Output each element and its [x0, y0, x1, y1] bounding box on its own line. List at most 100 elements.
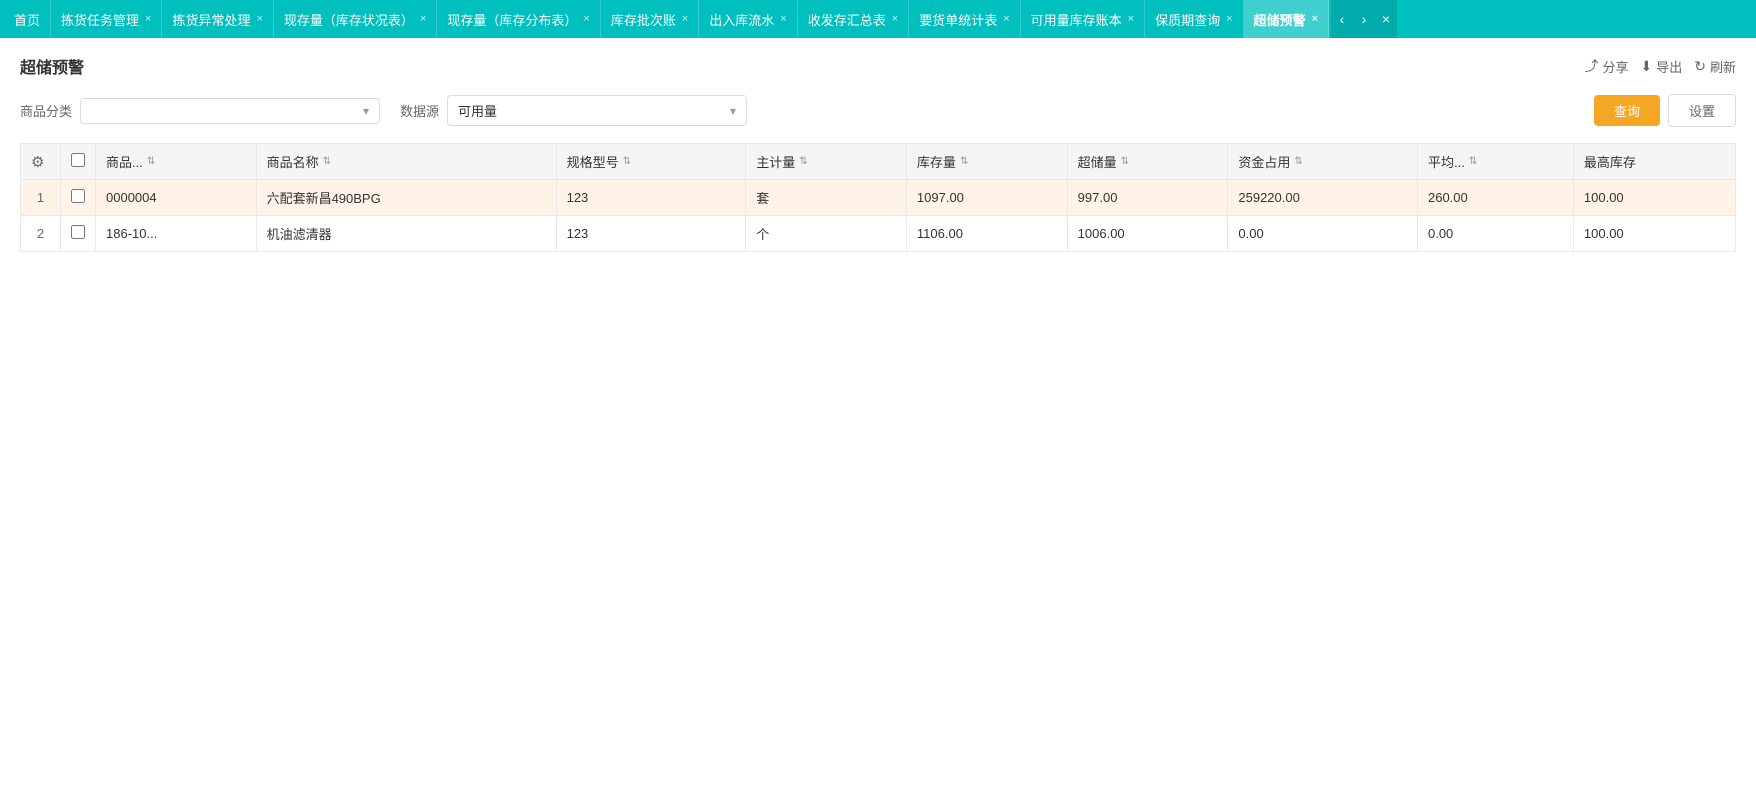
- row-max-stock-0: 100.00: [1573, 180, 1735, 216]
- close-tab-overstock-warning[interactable]: ×: [1312, 13, 1318, 25]
- row-index-0: 1: [21, 180, 61, 216]
- close-tab-demand-stats[interactable]: ×: [1003, 13, 1009, 25]
- col-stock: 库存量 ⇅: [906, 144, 1067, 180]
- nav-tab-in-out-flow[interactable]: 出入库流水 ×: [699, 0, 797, 38]
- share-button[interactable]: ⤴ 分享: [1584, 56, 1628, 76]
- row-checkbox-1[interactable]: [71, 225, 85, 239]
- row-product-code-0: 0000004: [96, 180, 257, 216]
- col-gear: ⚙: [21, 144, 61, 180]
- row-product-name-0: 六配套新昌490BPG: [256, 180, 556, 216]
- sort-icon-capital[interactable]: ⇅: [1294, 156, 1302, 167]
- nav-tab-inventory-status[interactable]: 现存量（库存状况表） ×: [274, 0, 437, 38]
- nav-arrow-right[interactable]: ›: [1353, 0, 1375, 38]
- nav-arrows: ‹ › ×: [1331, 0, 1397, 38]
- row-unit-0: 套: [746, 180, 907, 216]
- row-product-name-1: 机油滤清器: [256, 216, 556, 252]
- close-tab-recv-send[interactable]: ×: [892, 13, 898, 25]
- nav-tab-home[interactable]: 首页: [4, 0, 51, 38]
- row-stock-1: 1106.00: [906, 216, 1067, 252]
- nav-arrow-close[interactable]: ×: [1375, 0, 1397, 38]
- row-stock-0: 1097.00: [906, 180, 1067, 216]
- datasource-chevron-icon: ▾: [730, 104, 736, 118]
- category-select[interactable]: ▾: [80, 98, 380, 124]
- nav-tab-quality-check[interactable]: 保质期查询 ×: [1145, 0, 1243, 38]
- col-max-stock: 最高库存: [1573, 144, 1735, 180]
- sort-icon-product-name[interactable]: ⇅: [323, 156, 331, 167]
- nav-tab-overstock-warning[interactable]: 超储预警 ×: [1244, 0, 1329, 38]
- close-tab-batch-account[interactable]: ×: [682, 13, 688, 25]
- category-chevron-icon: ▾: [363, 104, 369, 118]
- row-capital-0: 259220.00: [1228, 180, 1418, 216]
- nav-tab-recv-send[interactable]: 收发存汇总表 ×: [798, 0, 909, 38]
- filter-right-actions: 查询 设置: [1594, 94, 1736, 127]
- nav-tab-abnormal[interactable]: 拣货异常处理 ×: [162, 0, 273, 38]
- table-row: 1 0000004 六配套新昌490BPG 123 套 1097.00 997.…: [21, 180, 1736, 216]
- datasource-label: 数据源: [400, 101, 439, 120]
- row-spec-1: 123: [556, 216, 746, 252]
- close-tab-task-mgmt[interactable]: ×: [145, 13, 151, 25]
- share-icon: ⤴: [1584, 56, 1598, 76]
- sort-icon-stock[interactable]: ⇅: [960, 156, 968, 167]
- gear-icon[interactable]: ⚙: [31, 154, 44, 171]
- page-content: 超储预警 ⤴ 分享 ⬇ 导出 ↻ 刷新 商品分类 ▾ 数据源: [0, 38, 1756, 268]
- col-product-name: 商品名称 ⇅: [256, 144, 556, 180]
- row-avg-0: 260.00: [1417, 180, 1573, 216]
- close-tab-inventory-dist[interactable]: ×: [583, 13, 589, 25]
- row-index-1: 2: [21, 216, 61, 252]
- row-checkbox-cell-0: [61, 180, 96, 216]
- col-capital: 资金占用 ⇅: [1228, 144, 1418, 180]
- nav-tab-inventory-dist[interactable]: 现存量（库存分布表） ×: [437, 0, 600, 38]
- row-product-code-1: 186-10...: [96, 216, 257, 252]
- row-overstock-1: 1006.00: [1067, 216, 1228, 252]
- close-tab-avail-account[interactable]: ×: [1128, 13, 1134, 25]
- table-row: 2 186-10... 机油滤清器 123 个 1106.00 1006.00 …: [21, 216, 1736, 252]
- col-overstock: 超储量 ⇅: [1067, 144, 1228, 180]
- sort-icon-unit[interactable]: ⇅: [799, 156, 807, 167]
- sort-icon-spec[interactable]: ⇅: [623, 156, 631, 167]
- nav-tab-demand-stats[interactable]: 要货单统计表 ×: [909, 0, 1020, 38]
- datasource-select-value: 可用量: [458, 101, 722, 120]
- col-avg: 平均... ⇅: [1417, 144, 1573, 180]
- nav-tab-task-mgmt[interactable]: 拣货任务管理 ×: [51, 0, 162, 38]
- export-icon: ⬇: [1641, 58, 1653, 75]
- refresh-button[interactable]: ↻ 刷新: [1694, 57, 1736, 76]
- row-spec-0: 123: [556, 180, 746, 216]
- query-button[interactable]: 查询: [1594, 95, 1660, 126]
- page-header: 超储预警 ⤴ 分享 ⬇ 导出 ↻ 刷新: [20, 54, 1736, 78]
- row-checkbox-0[interactable]: [71, 189, 85, 203]
- refresh-icon: ↻: [1694, 58, 1706, 75]
- select-all-checkbox[interactable]: [71, 153, 85, 167]
- header-actions: ⤴ 分享 ⬇ 导出 ↻ 刷新: [1584, 56, 1736, 76]
- row-avg-1: 0.00: [1417, 216, 1573, 252]
- nav-arrow-left[interactable]: ‹: [1331, 0, 1353, 38]
- row-max-stock-1: 100.00: [1573, 216, 1735, 252]
- category-label: 商品分类: [20, 101, 72, 120]
- top-navigation: 首页 拣货任务管理 × 拣货异常处理 × 现存量（库存状况表） × 现存量（库存…: [0, 0, 1756, 38]
- nav-tab-batch-account[interactable]: 库存批次账 ×: [601, 0, 699, 38]
- row-capital-1: 0.00: [1228, 216, 1418, 252]
- row-checkbox-cell-1: [61, 216, 96, 252]
- sort-icon-overstock[interactable]: ⇅: [1121, 156, 1129, 167]
- close-tab-abnormal[interactable]: ×: [256, 13, 262, 25]
- page-title: 超储预警: [20, 54, 84, 78]
- row-unit-1: 个: [746, 216, 907, 252]
- close-tab-inventory-status[interactable]: ×: [420, 13, 426, 25]
- sort-icon-avg[interactable]: ⇅: [1469, 156, 1477, 167]
- close-tab-in-out-flow[interactable]: ×: [780, 13, 786, 25]
- filter-area: 商品分类 ▾ 数据源 可用量 ▾ 查询 设置: [20, 94, 1736, 127]
- category-filter-group: 商品分类 ▾: [20, 98, 380, 124]
- nav-tab-avail-account[interactable]: 可用量库存账本 ×: [1021, 0, 1145, 38]
- sort-icon-product-code[interactable]: ⇅: [147, 156, 155, 167]
- row-overstock-0: 997.00: [1067, 180, 1228, 216]
- table-header-row: ⚙ 商品... ⇅ 商品名称 ⇅: [21, 144, 1736, 180]
- settings-button[interactable]: 设置: [1668, 94, 1736, 127]
- col-unit: 主计量 ⇅: [746, 144, 907, 180]
- col-spec: 规格型号 ⇅: [556, 144, 746, 180]
- data-table: ⚙ 商品... ⇅ 商品名称 ⇅: [20, 143, 1736, 252]
- export-button[interactable]: ⬇ 导出: [1641, 57, 1683, 76]
- datasource-select[interactable]: 可用量 ▾: [447, 95, 747, 126]
- datasource-filter-group: 数据源 可用量 ▾: [400, 95, 747, 126]
- col-product-code: 商品... ⇅: [96, 144, 257, 180]
- col-checkbox: [61, 144, 96, 180]
- close-tab-quality-check[interactable]: ×: [1226, 13, 1232, 25]
